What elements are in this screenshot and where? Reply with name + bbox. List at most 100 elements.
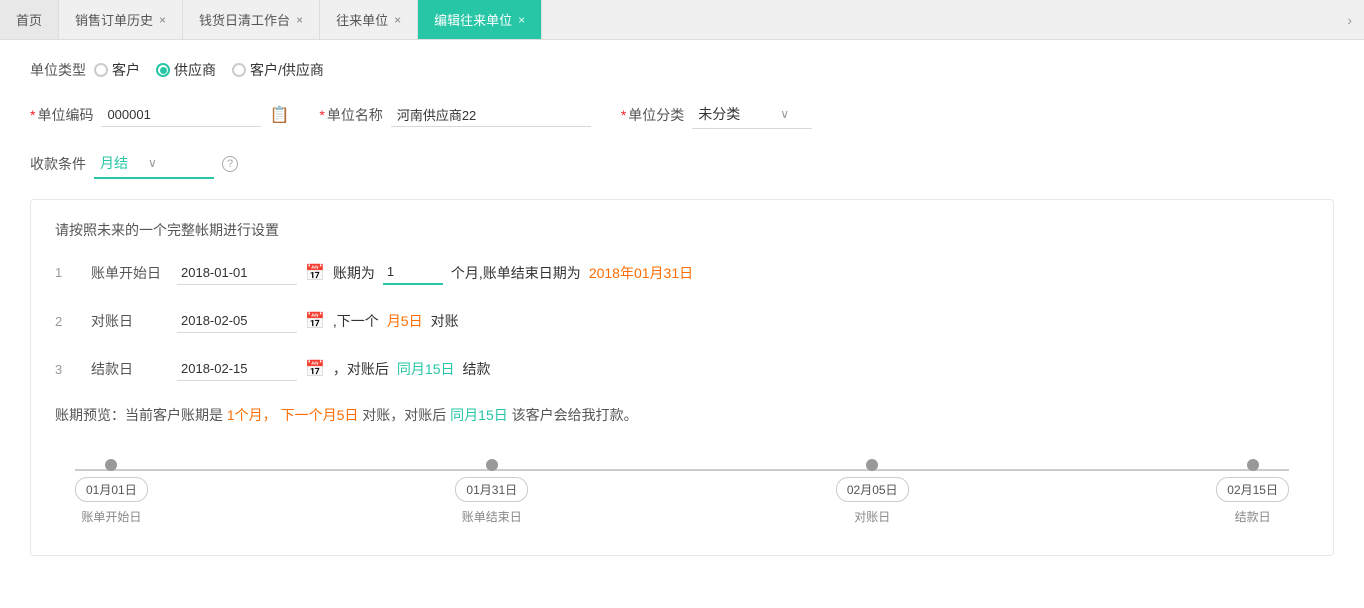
unit-code-input[interactable] xyxy=(101,103,261,127)
timeline-node-1: 01月01日 账单开始日 xyxy=(75,459,148,525)
radio-both-circle xyxy=(232,63,246,77)
tab-cash-work-label: 钱货日清工作台 xyxy=(199,10,290,29)
close-edit-partner-icon[interactable]: × xyxy=(518,13,525,27)
setting-label-1: 账单开始日 xyxy=(91,263,161,283)
tab-partner[interactable]: 往来单位 × xyxy=(320,0,418,39)
tab-home-label: 首页 xyxy=(16,10,42,29)
timeline-dot-4 xyxy=(1247,459,1259,471)
timeline-badge-4: 02月15日 xyxy=(1216,477,1289,502)
timeline-dot-3 xyxy=(866,459,878,471)
reconcile-prefix: ,下一个 xyxy=(333,311,379,331)
radio-customer[interactable]: 客户 xyxy=(94,60,140,80)
unit-name-label: *单位名称 xyxy=(319,105,382,125)
setting-label-3: 结款日 xyxy=(91,359,161,379)
unit-type-row: 单位类型 客户 供应商 客户/供应商 xyxy=(30,60,1334,80)
timeline: 01月01日 账单开始日 01月31日 账单结束日 02月05日 对账日 xyxy=(55,449,1309,535)
setting-value-3: 📅 ，对账后 同月15日 结款 xyxy=(177,357,491,381)
setting-num-1: 1 xyxy=(55,265,75,280)
radio-supplier-label: 供应商 xyxy=(174,60,216,80)
settings-section: 请按照未来的一个完整帐期进行设置 1 账单开始日 📅 账期为 个月,账单结束日期… xyxy=(30,199,1334,556)
collection-condition-value: 月结 xyxy=(100,153,128,173)
period-unit: 个月,账单结束日期为 xyxy=(451,263,581,283)
radio-supplier[interactable]: 供应商 xyxy=(156,60,216,80)
tab-bar: 首页 销售订单历史 × 钱货日清工作台 × 往来单位 × 编辑往来单位 × › xyxy=(0,0,1364,40)
unit-class-field: *单位分类 未分类 ∨ xyxy=(621,100,812,129)
collection-condition-label: 收款条件 xyxy=(30,154,86,174)
close-sales-history-icon[interactable]: × xyxy=(159,13,166,27)
section-title: 请按照未来的一个完整帐期进行设置 xyxy=(55,220,1309,240)
setting-row-3: 3 结款日 📅 ，对账后 同月15日 结款 xyxy=(55,357,1309,381)
tab-edit-partner[interactable]: 编辑往来单位 × xyxy=(418,0,542,39)
unit-code-required: * xyxy=(30,107,35,123)
unit-code-icon[interactable]: 📋 xyxy=(269,105,289,125)
period-input[interactable] xyxy=(383,260,443,285)
payment-highlight: 同月15日 xyxy=(397,359,455,379)
timeline-node-2: 01月31日 账单结束日 xyxy=(455,459,528,525)
collection-condition-field: 收款条件 月结 ∨ ? xyxy=(30,149,238,179)
tab-edit-partner-label: 编辑往来单位 xyxy=(434,10,512,29)
setting-num-3: 3 xyxy=(55,362,75,377)
timeline-badge-2: 01月31日 xyxy=(455,477,528,502)
unit-name-field: *单位名称 xyxy=(319,103,590,127)
radio-both[interactable]: 客户/供应商 xyxy=(232,60,324,80)
timeline-node-3: 02月05日 对账日 xyxy=(836,459,909,525)
unit-name-required: * xyxy=(319,107,324,123)
period-end-date: 2018年01月31日 xyxy=(589,263,693,283)
radio-customer-label: 客户 xyxy=(112,60,140,80)
timeline-node-4: 02月15日 结款日 xyxy=(1216,459,1289,525)
preview-text: 账期预览：当前客户账期是 1个月， 下一个月5日 对账，对账后 同月15日 该客… xyxy=(55,405,1309,425)
setting-num-2: 2 xyxy=(55,314,75,329)
main-content: 单位类型 客户 供应商 客户/供应商 *单位编码 xyxy=(0,40,1364,608)
preview-payment: 同月15日 xyxy=(450,407,508,423)
tab-partner-label: 往来单位 xyxy=(336,10,388,29)
setting-row-2: 2 对账日 📅 ,下一个 月5日 对账 xyxy=(55,309,1309,333)
unit-code-field: *单位编码 📋 xyxy=(30,103,289,127)
timeline-dot-1 xyxy=(105,459,117,471)
preview-end: 该客户会给我打款。 xyxy=(512,407,638,423)
radio-customer-circle xyxy=(94,63,108,77)
preview-label: 账期预览：当前客户账期是 xyxy=(55,407,223,423)
timeline-label-2: 账单结束日 xyxy=(462,508,522,525)
start-date-input[interactable] xyxy=(177,261,297,285)
reconcile-date-input[interactable] xyxy=(177,309,297,333)
unit-class-value: 未分类 xyxy=(698,104,740,124)
tab-more-button[interactable]: › xyxy=(1335,12,1364,28)
unit-code-label: *单位编码 xyxy=(30,105,93,125)
setting-value-1: 📅 账期为 个月,账单结束日期为 2018年01月31日 xyxy=(177,260,693,285)
close-partner-icon[interactable]: × xyxy=(394,13,401,27)
timeline-badge-3: 02月05日 xyxy=(836,477,909,502)
unit-name-input[interactable] xyxy=(391,103,591,127)
setting-label-2: 对账日 xyxy=(91,311,161,331)
timeline-label-4: 结款日 xyxy=(1235,508,1271,525)
unit-class-required: * xyxy=(621,107,626,123)
collection-condition-select[interactable]: 月结 ∨ xyxy=(94,149,214,179)
radio-supplier-circle xyxy=(156,63,170,77)
tab-sales-history[interactable]: 销售订单历史 × xyxy=(59,0,183,39)
unit-class-chevron: ∨ xyxy=(780,107,789,121)
setting-row-1: 1 账单开始日 📅 账期为 个月,账单结束日期为 2018年01月31日 xyxy=(55,260,1309,285)
preview-middle: 对账，对账后 xyxy=(362,407,446,423)
unit-info-row: *单位编码 📋 *单位名称 *单位分类 未分类 ∨ xyxy=(30,100,1334,129)
reconcile-highlight: 月5日 xyxy=(387,311,423,331)
payment-suffix: 结款 xyxy=(463,359,491,379)
start-date-cal-icon[interactable]: 📅 xyxy=(305,263,325,283)
unit-class-label: *单位分类 xyxy=(621,105,684,125)
collection-condition-row: 收款条件 月结 ∨ ? xyxy=(30,149,1334,179)
timeline-label-3: 对账日 xyxy=(854,508,890,525)
tab-cash-work[interactable]: 钱货日清工作台 × xyxy=(183,0,320,39)
payment-date-input[interactable] xyxy=(177,357,297,381)
tab-home[interactable]: 首页 xyxy=(0,0,59,39)
period-label: 账期为 xyxy=(333,263,375,283)
payment-prefix: ，对账后 xyxy=(333,359,389,379)
reconcile-suffix: 对账 xyxy=(431,311,459,331)
reconcile-date-cal-icon[interactable]: 📅 xyxy=(305,311,325,331)
help-icon[interactable]: ? xyxy=(222,156,238,172)
close-cash-work-icon[interactable]: × xyxy=(296,13,303,27)
timeline-label-1: 账单开始日 xyxy=(81,508,141,525)
radio-both-label: 客户/供应商 xyxy=(250,60,324,80)
payment-date-cal-icon[interactable]: 📅 xyxy=(305,359,325,379)
unit-class-select[interactable]: 未分类 ∨ xyxy=(692,100,812,129)
unit-type-radio-group: 客户 供应商 客户/供应商 xyxy=(94,60,324,80)
condition-chevron: ∨ xyxy=(148,156,157,170)
tab-sales-history-label: 销售订单历史 xyxy=(75,10,153,29)
